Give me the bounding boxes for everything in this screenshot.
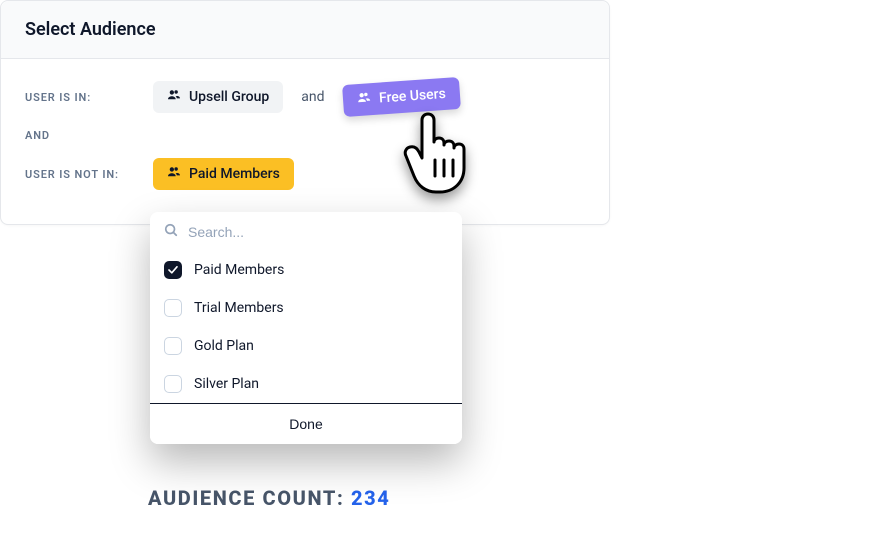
checkbox-unchecked[interactable] xyxy=(164,299,182,317)
chip-label: Free Users xyxy=(378,86,446,107)
rule-not-in-row: USER IS NOT IN: Paid Members xyxy=(25,158,585,190)
pointer-cursor-icon xyxy=(400,112,478,200)
user-is-in-label: USER IS IN: xyxy=(25,91,153,104)
card-title: Select Audience xyxy=(25,19,585,40)
done-button[interactable]: Done xyxy=(150,404,462,444)
users-icon xyxy=(167,89,181,105)
users-icon xyxy=(167,166,181,182)
checkbox-unchecked[interactable] xyxy=(164,337,182,355)
checkbox-unchecked[interactable] xyxy=(164,375,182,393)
card-body: USER IS IN: Upsell Group and Free Users … xyxy=(1,59,609,224)
chip-label: Paid Members xyxy=(189,166,280,182)
chip-label: Upsell Group xyxy=(189,89,269,105)
option-silver-plan[interactable]: Silver Plan xyxy=(150,365,462,403)
search-icon xyxy=(164,222,178,241)
audience-card: Select Audience USER IS IN: Upsell Group… xyxy=(0,0,610,225)
audience-count: AUDIENCE COUNT: 234 xyxy=(148,486,390,510)
option-gold-plan[interactable]: Gold Plan xyxy=(150,327,462,365)
option-trial-members[interactable]: Trial Members xyxy=(150,289,462,327)
connector-and: and xyxy=(291,81,334,113)
search-input[interactable] xyxy=(188,224,448,240)
segment-dropdown: Paid Members Trial Members Gold Plan Sil… xyxy=(150,212,462,444)
checkbox-checked[interactable] xyxy=(164,261,182,279)
rule-in-row: USER IS IN: Upsell Group and Free Users xyxy=(25,81,585,113)
option-paid-members[interactable]: Paid Members xyxy=(150,251,462,289)
chip-upsell-group[interactable]: Upsell Group xyxy=(153,81,283,113)
option-label: Gold Plan xyxy=(194,338,254,354)
audience-count-label: AUDIENCE COUNT: xyxy=(148,486,351,510)
chip-paid-members[interactable]: Paid Members xyxy=(153,158,294,190)
option-label: Paid Members xyxy=(194,262,284,278)
users-icon xyxy=(356,91,371,108)
option-label: Trial Members xyxy=(194,300,284,316)
and-separator: AND xyxy=(25,129,585,142)
audience-count-value: 234 xyxy=(351,486,390,510)
card-header: Select Audience xyxy=(1,1,609,59)
search-row xyxy=(150,212,462,251)
user-is-not-in-label: USER IS NOT IN: xyxy=(25,168,153,181)
option-label: Silver Plan xyxy=(194,376,259,392)
